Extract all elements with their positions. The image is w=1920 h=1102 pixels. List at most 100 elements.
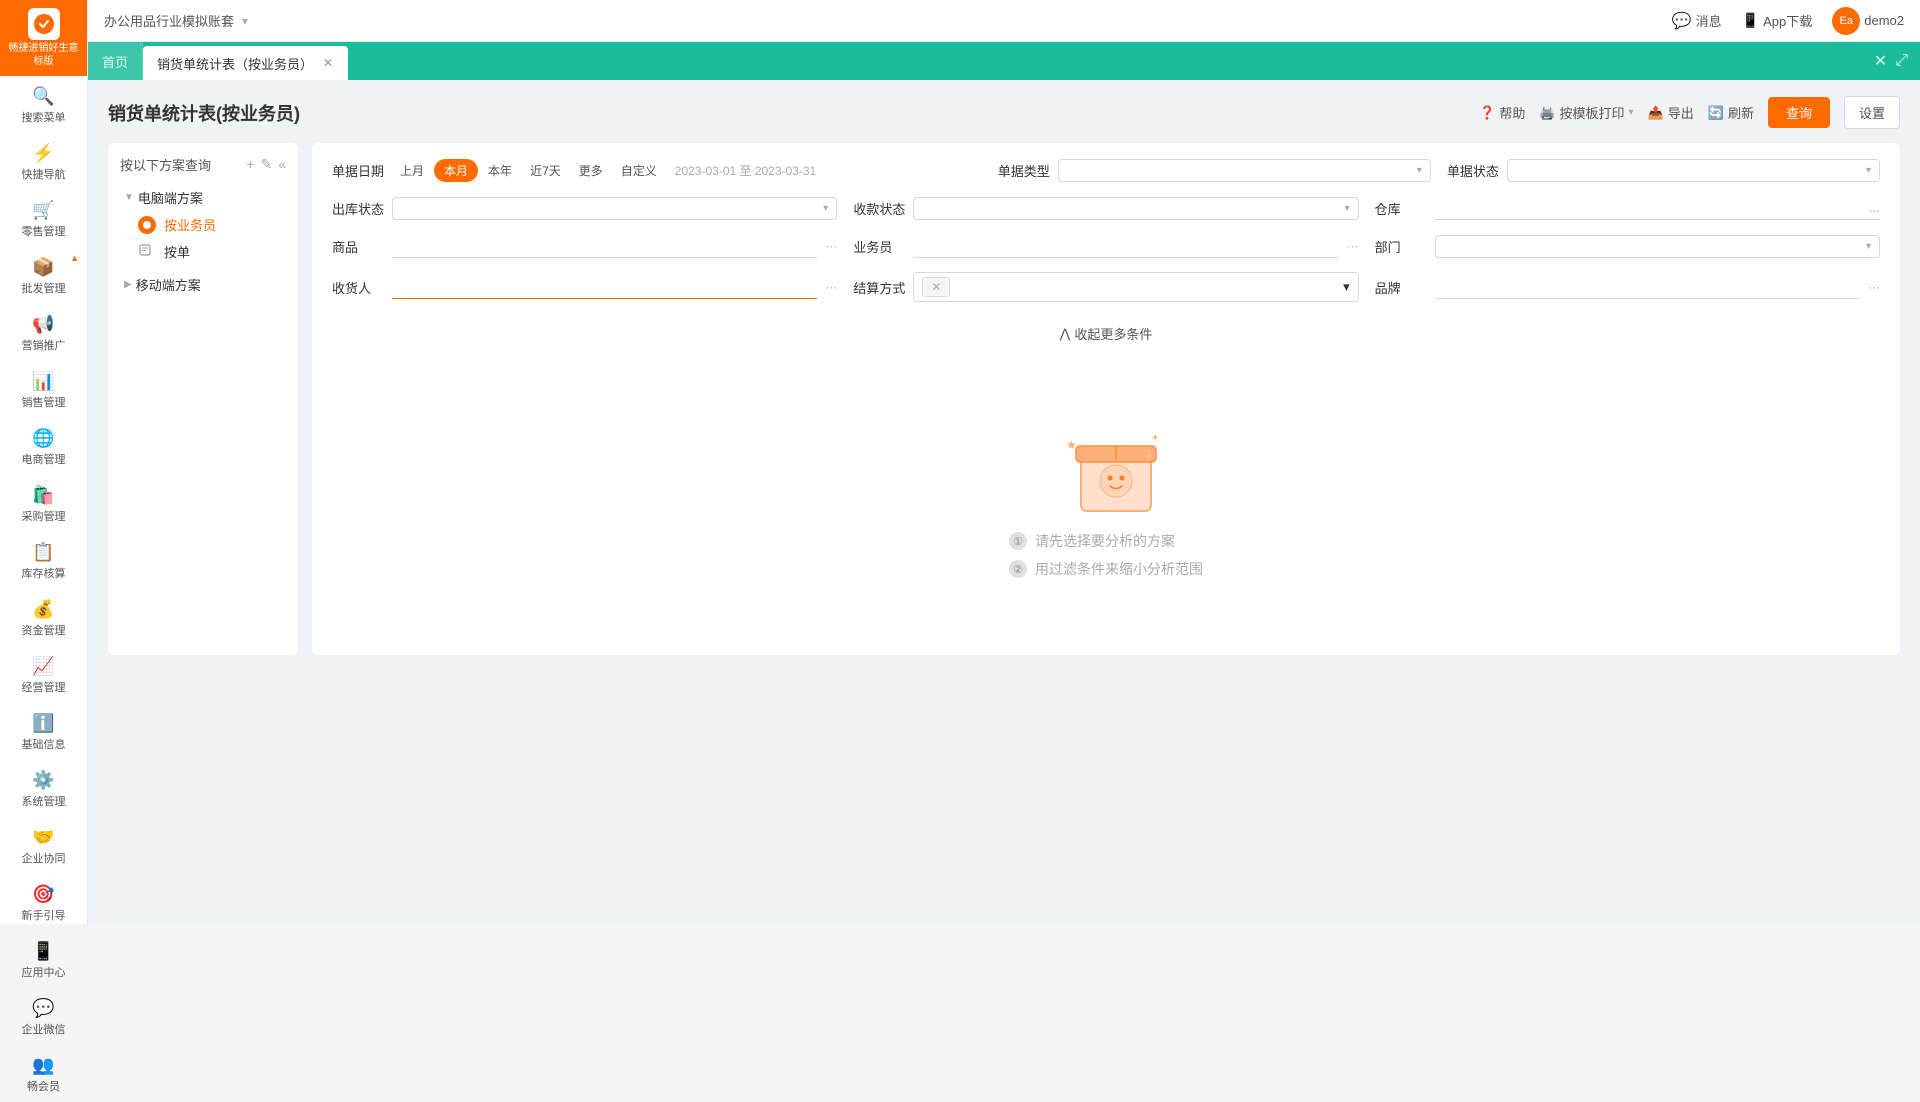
warehouse-input[interactable] [1435,196,1880,220]
system-icon: ⚙️ [32,770,54,791]
sidebar-item-basics[interactable]: ℹ️ 基础信息 [0,703,87,760]
collapse-label: 收起更多条件 [1074,324,1152,343]
scheme-panel-title: 按以下方案查询 [120,155,211,174]
order-status-select[interactable]: ▾ [1507,159,1880,182]
tree-item-by-salesperson[interactable]: 按业务员 [130,211,290,238]
receiver-input[interactable] [392,275,817,299]
sidebar-item-wholesale[interactable]: 📦 批发管理 ▲ [0,247,87,304]
sidebar-item-purchase[interactable]: 🛍️ 采购管理 [0,475,87,532]
salesperson-label: 业务员 [853,237,905,256]
sidebar-item-wechat[interactable]: 💬 企业微信 [0,988,87,1045]
tab-sales-stat[interactable]: 销货单统计表（按业务员） ✕ [143,46,348,80]
date-tab-more[interactable]: 更多 [571,159,611,182]
print-dropdown-icon: ▾ [1629,107,1634,118]
sidebar-item-enterprise[interactable]: 🤝 企业协同 [0,817,87,874]
brand-dots-icon[interactable]: ··· [1868,280,1880,294]
sidebar-item-quicknav[interactable]: ⚡ 快捷导航 [0,133,87,190]
user-menu[interactable]: Ea demo2 [1832,7,1904,35]
sidebar-item-sales[interactable]: 📊 销售管理 [0,361,87,418]
tree-expand-icon: ▼ [124,192,134,203]
inventory-icon: 📋 [32,542,54,563]
goods-input[interactable] [392,234,817,258]
filter-row-4: 收货人 ··· 结算方式 ✕ ▾ [332,272,1880,302]
filter-row-3: 商品 ··· 业务员 ··· 部门 ▾ [332,234,1880,258]
app-download-button[interactable]: 📱 App下载 [1742,11,1813,30]
sidebar-item-member[interactable]: 👥 畅会员 [0,1045,87,1102]
settlement-select[interactable]: ✕ ▾ [913,272,1358,302]
newguide-icon: 🎯 [32,884,54,905]
date-tab-thismonth[interactable]: 本月 [434,159,478,182]
brand-label: 品牌 [1375,278,1427,297]
message-icon: 💬 [1672,11,1692,31]
sidebar-item-marketing[interactable]: 📢 营销推广 [0,304,87,361]
sidebar-label-operations: 经营管理 [22,679,66,695]
collapse-conditions-button[interactable]: ⋀ 收起更多条件 [332,316,1880,351]
date-tab-thisyear[interactable]: 本年 [480,159,520,182]
tree-category-pc[interactable]: ▼ 电脑端方案 [116,184,290,211]
filter-row-2: 出库状态 ▾ 收款状态 ▾ 仓库 [332,196,1880,220]
sidebar-item-retail[interactable]: 🛒 零售管理 [0,190,87,247]
scheme-add-icon[interactable]: + [246,156,254,173]
sidebar-item-search[interactable]: 🔍 搜索菜单 [0,76,87,133]
order-type-select[interactable]: ▾ [1058,159,1431,182]
filter-row-1: 单据日期 上月 本月 本年 近7天 更多 自定义 2023-03-01 至 20… [332,159,1880,182]
sidebar-item-newguide[interactable]: 🎯 新手引导 [0,874,87,931]
salesperson-dots-icon[interactable]: ··· [1347,239,1359,253]
tree-category-mobile-label: 移动端方案 [136,275,201,294]
sidebar-item-finance[interactable]: 💰 资金管理 [0,589,87,646]
help-button[interactable]: ❓ 帮助 [1479,103,1525,122]
brand-input[interactable] [1435,275,1860,299]
outstock-arrow-icon: ▾ [823,203,828,214]
message-button[interactable]: 💬 消息 [1672,11,1722,31]
tree-expand-mobile-icon: ▶ [124,279,132,290]
tab-close-icon[interactable]: ✕ [323,56,333,70]
query-button[interactable]: 查询 [1768,97,1830,128]
empty-tip-2: ② 用过滤条件来缩小分析范围 [1009,559,1203,579]
topbar-left: 办公用品行业模拟账套 ▾ [104,11,248,30]
tab-close-window-icon[interactable]: ✕ [1874,51,1887,71]
member-icon: 👥 [32,1055,54,1076]
app-logo[interactable]: 畅捷进销好生意 标版 [0,0,87,76]
content-area: 销货单统计表(按业务员) ❓ 帮助 🖨️ 按模板打印 ▾ 📤 导出 🔄 刷 [88,80,1920,924]
tree-category-mobile[interactable]: ▶ 移动端方案 [116,271,290,298]
filter-settlement: 结算方式 ✕ ▾ [853,272,1358,302]
tab-home[interactable]: 首页 [88,42,143,80]
scheme-collapse-icon[interactable]: « [278,156,286,173]
settlement-tag-remove[interactable]: ✕ [931,280,941,294]
refresh-label: 刷新 [1728,103,1754,122]
receiver-dots-icon[interactable]: ··· [825,280,837,294]
sidebar-item-operations[interactable]: 📈 经营管理 [0,646,87,703]
outstock-select[interactable]: ▾ [392,197,837,220]
sidebar-item-ecommerce[interactable]: 🌐 电商管理 [0,418,87,475]
filter-brand: 品牌 ··· [1375,275,1880,299]
export-button[interactable]: 📤 导出 [1648,103,1694,122]
wholesale-arrow: ▲ [70,253,79,263]
filter-salesperson: 业务员 ··· [853,234,1358,258]
settings-button[interactable]: 设置 [1844,96,1900,129]
dropdown-arrow-icon[interactable]: ▾ [242,14,248,28]
department-select[interactable]: ▾ [1435,235,1880,258]
app-title: 办公用品行业模拟账套 [104,11,234,30]
salesperson-input[interactable] [913,234,1338,258]
scheme-panel-header: 按以下方案查询 + ✎ « [116,155,290,174]
print-button[interactable]: 🖨️ 按模板打印 ▾ [1539,103,1633,122]
tip-num-1: ① [1009,532,1027,550]
tab-expand-icon[interactable]: ⤢ [1895,52,1908,70]
sidebar-label-wechat: 企业微信 [22,1021,66,1037]
sidebar-item-inventory[interactable]: 📋 库存核算 [0,532,87,589]
payment-select[interactable]: ▾ [913,197,1358,220]
scheme-edit-icon[interactable]: ✎ [260,156,272,173]
scheme-label-salesperson: 按业务员 [164,215,216,234]
sidebar-label-enterprise: 企业协同 [22,850,66,866]
date-tab-custom[interactable]: 自定义 [613,159,665,182]
enterprise-icon: 🤝 [32,827,54,848]
sidebar-item-appcenter[interactable]: 📱 应用中心 [0,931,87,988]
appcenter-icon: 📱 [32,941,54,962]
sidebar-item-system[interactable]: ⚙️ 系统管理 [0,760,87,817]
sidebar-label-sales: 销售管理 [22,394,66,410]
tree-item-by-order[interactable]: 按单 [130,238,290,265]
date-tab-7days[interactable]: 近7天 [522,159,569,182]
date-tab-lastmonth[interactable]: 上月 [392,159,432,182]
refresh-button[interactable]: 🔄 刷新 [1708,103,1754,122]
goods-dots-icon[interactable]: ··· [825,239,837,253]
